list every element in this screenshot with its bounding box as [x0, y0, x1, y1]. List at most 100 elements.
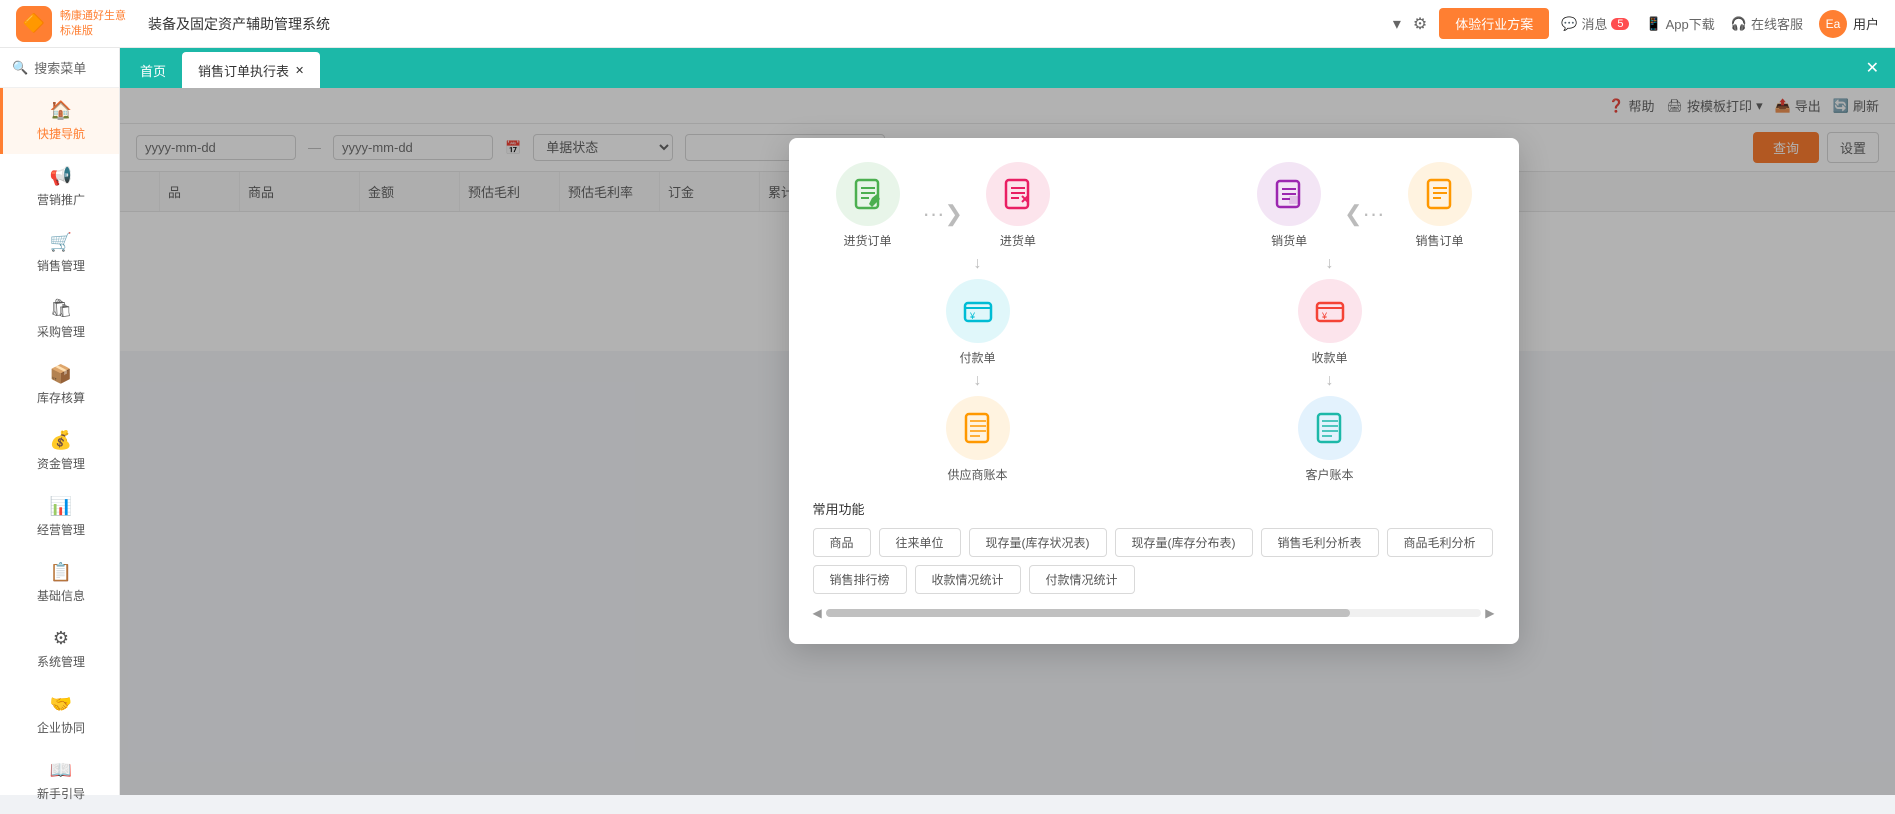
customer-ledger-circle: [1298, 396, 1362, 460]
func-btn-partner[interactable]: 往来单位: [879, 528, 961, 557]
sidebar-item-enterprise[interactable]: 🤝 企业协同: [0, 682, 119, 748]
scroll-left-icon[interactable]: ◀: [813, 606, 822, 620]
func-buttons-row2: 销售排行榜 收款情况统计 付款情况统计: [813, 565, 1495, 594]
sidebar-item-system[interactable]: ⚙ 系统管理: [0, 616, 119, 682]
purchase-bill-circle: [986, 162, 1050, 226]
sidebar-item-purchase[interactable]: 🛍 采购管理: [0, 286, 119, 352]
system-icon: ⚙: [53, 628, 69, 649]
app-download-button[interactable]: 📱 App下载: [1645, 14, 1714, 33]
flow-node-purchase-order[interactable]: 进货订单: [813, 162, 923, 249]
marketing-icon: 📢: [50, 166, 72, 187]
download-icon: 📱: [1645, 16, 1661, 32]
tab-close-icon[interactable]: ✕: [295, 64, 304, 77]
flow-node-customer-ledger[interactable]: 客户账本: [1275, 396, 1385, 483]
service-icon: 🎧: [1731, 16, 1747, 32]
flow-col-sales-bill: 销货单: [1234, 162, 1344, 249]
message-icon: 💬: [1561, 16, 1577, 32]
message-button[interactable]: 💬 消息 5: [1561, 14, 1629, 33]
tab-home[interactable]: 首页: [124, 52, 182, 88]
sidebar-item-marketing[interactable]: 📢 营销推广: [0, 154, 119, 220]
settings-icon[interactable]: ⚙: [1413, 14, 1427, 34]
payment-bill-circle: ¥: [946, 279, 1010, 343]
sidebar-item-base-info[interactable]: 📋 基础信息: [0, 550, 119, 616]
dropdown-icon[interactable]: ▾: [1393, 14, 1401, 34]
arrow-h2: ❮···: [1344, 201, 1384, 249]
purchase-icon: 🛍: [50, 298, 73, 319]
enterprise-icon: 🤝: [50, 694, 72, 715]
svg-text:¥: ¥: [969, 311, 976, 321]
system-title: 装备及固定资产辅助管理系统: [148, 14, 1381, 34]
logo-icon: 🔶: [16, 6, 52, 42]
try-industry-button[interactable]: 体验行业方案: [1439, 8, 1549, 39]
search-icon: 🔍: [12, 60, 28, 76]
supplier-ledger-circle: [946, 396, 1010, 460]
avatar: Ea: [1819, 10, 1847, 38]
main-content: 首页 销售订单执行表 ✕ ✕ ❓ 帮助 🖨 按模板打印 ▾ 📤 导出: [120, 48, 1895, 795]
flow-col-purchase-bill: 进货单: [963, 162, 1073, 249]
scrollbar-track[interactable]: [826, 609, 1482, 617]
func-btn-stock-dist[interactable]: 现存量(库存分布表): [1115, 528, 1253, 557]
flow-row-3: 供应商账本 客户账本: [813, 396, 1495, 483]
newbie-icon: 📖: [50, 760, 72, 781]
common-functions: 常用功能 商品 往来单位 现存量(库存状况表) 现存量(库存分布表) 销售毛利分…: [813, 499, 1495, 594]
finance-icon: 💰: [50, 430, 72, 451]
top-header: 🔶 畅康通好生意 标准版 装备及固定资产辅助管理系统 ▾ ⚙ 体验行业方案 💬 …: [0, 0, 1895, 48]
modal-overlay[interactable]: 进货订单 ···❯ 进货单: [120, 88, 1895, 795]
flow-node-sales-bill[interactable]: 销货单: [1234, 162, 1344, 249]
logo-text: 畅康通好生意 标准版: [60, 9, 126, 38]
func-btn-sales-margin[interactable]: 销售毛利分析表: [1261, 528, 1379, 557]
header-right: 💬 消息 5 📱 App下载 🎧 在线客服 Ea 用户: [1561, 10, 1879, 38]
arrow-down-purchase: ↓: [923, 255, 1033, 273]
func-buttons-row1: 商品 往来单位 现存量(库存状况表) 现存量(库存分布表) 销售毛利分析表 商品…: [813, 528, 1495, 557]
content-area: ❓ 帮助 🖨 按模板打印 ▾ 📤 导出 🔄 刷新 — 📅: [120, 88, 1895, 795]
flow-row-2: ¥ 付款单 ¥ 收款单: [813, 279, 1495, 366]
func-btn-stock-status[interactable]: 现存量(库存状况表): [969, 528, 1107, 557]
scrollbar-thumb: [826, 609, 1350, 617]
modal-scrollbar: ◀ ▶: [813, 606, 1495, 620]
func-btn-product-margin[interactable]: 商品毛利分析: [1387, 528, 1493, 557]
arrow-down-receipt: ↓: [1275, 372, 1385, 390]
arrow-down-payment: ↓: [923, 372, 1033, 390]
tab-bar: 首页 销售订单执行表 ✕ ✕: [120, 48, 1895, 88]
sales-bill-circle: [1257, 162, 1321, 226]
flow-row-1: 进货订单 ···❯ 进货单: [813, 162, 1495, 249]
inventory-icon: 📦: [50, 364, 72, 385]
logo-area: 🔶 畅康通好生意 标准版: [16, 6, 136, 42]
func-btn-receipt-stat[interactable]: 收款情况统计: [915, 565, 1021, 594]
flow-col-purchase-order: 进货订单: [813, 162, 923, 249]
func-btn-sales-rank[interactable]: 销售排行榜: [813, 565, 907, 594]
flow-col-sales-order: 销售订单: [1385, 162, 1495, 249]
func-btn-product[interactable]: 商品: [813, 528, 871, 557]
tab-bar-close-icon[interactable]: ✕: [1854, 58, 1891, 78]
sidebar-item-operations[interactable]: 📊 经营管理: [0, 484, 119, 550]
sidebar-item-newbie[interactable]: 📖 新手引导: [0, 748, 119, 814]
svg-text:¥: ¥: [1321, 311, 1328, 321]
sidebar-item-inventory[interactable]: 📦 库存核算: [0, 352, 119, 418]
search-menu-button[interactable]: 🔍 搜索菜单: [0, 48, 119, 88]
flow-arrows-down-row3: ↓ ↓: [813, 370, 1495, 392]
arrow-down-sales: ↓: [1275, 255, 1385, 273]
sidebar-item-finance[interactable]: 💰 资金管理: [0, 418, 119, 484]
message-badge: 5: [1611, 18, 1629, 30]
purchase-order-circle: [836, 162, 900, 226]
receipt-bill-circle: ¥: [1298, 279, 1362, 343]
flow-node-receipt-bill[interactable]: ¥ 收款单: [1275, 279, 1385, 366]
sidebar: 🔍 搜索菜单 🏠 快捷导航 📢 营销推广 🛒 销售管理 🛍 采购管理 📦 库存核…: [0, 48, 120, 795]
home-icon: 🏠: [50, 100, 72, 121]
flow-node-supplier-ledger[interactable]: 供应商账本: [923, 396, 1033, 483]
common-functions-title: 常用功能: [813, 499, 1495, 518]
sales-order-circle: [1408, 162, 1472, 226]
scroll-right-icon[interactable]: ▶: [1485, 606, 1494, 620]
quick-nav-modal: 进货订单 ···❯ 进货单: [789, 138, 1519, 644]
flow-node-sales-order[interactable]: 销售订单: [1385, 162, 1495, 249]
func-btn-payment-stat[interactable]: 付款情况统计: [1029, 565, 1135, 594]
sidebar-item-sales[interactable]: 🛒 销售管理: [0, 220, 119, 286]
flow-node-purchase-bill[interactable]: 进货单: [963, 162, 1073, 249]
flow-arrows-down-row2: ↓ ↓: [813, 253, 1495, 275]
flow-node-payment-bill[interactable]: ¥ 付款单: [923, 279, 1033, 366]
sidebar-item-quick-nav[interactable]: 🏠 快捷导航: [0, 88, 119, 154]
online-service-button[interactable]: 🎧 在线客服: [1731, 14, 1803, 33]
tab-sales-exec[interactable]: 销售订单执行表 ✕: [182, 52, 320, 88]
user-area[interactable]: Ea 用户: [1819, 10, 1879, 38]
base-info-icon: 📋: [50, 562, 72, 583]
